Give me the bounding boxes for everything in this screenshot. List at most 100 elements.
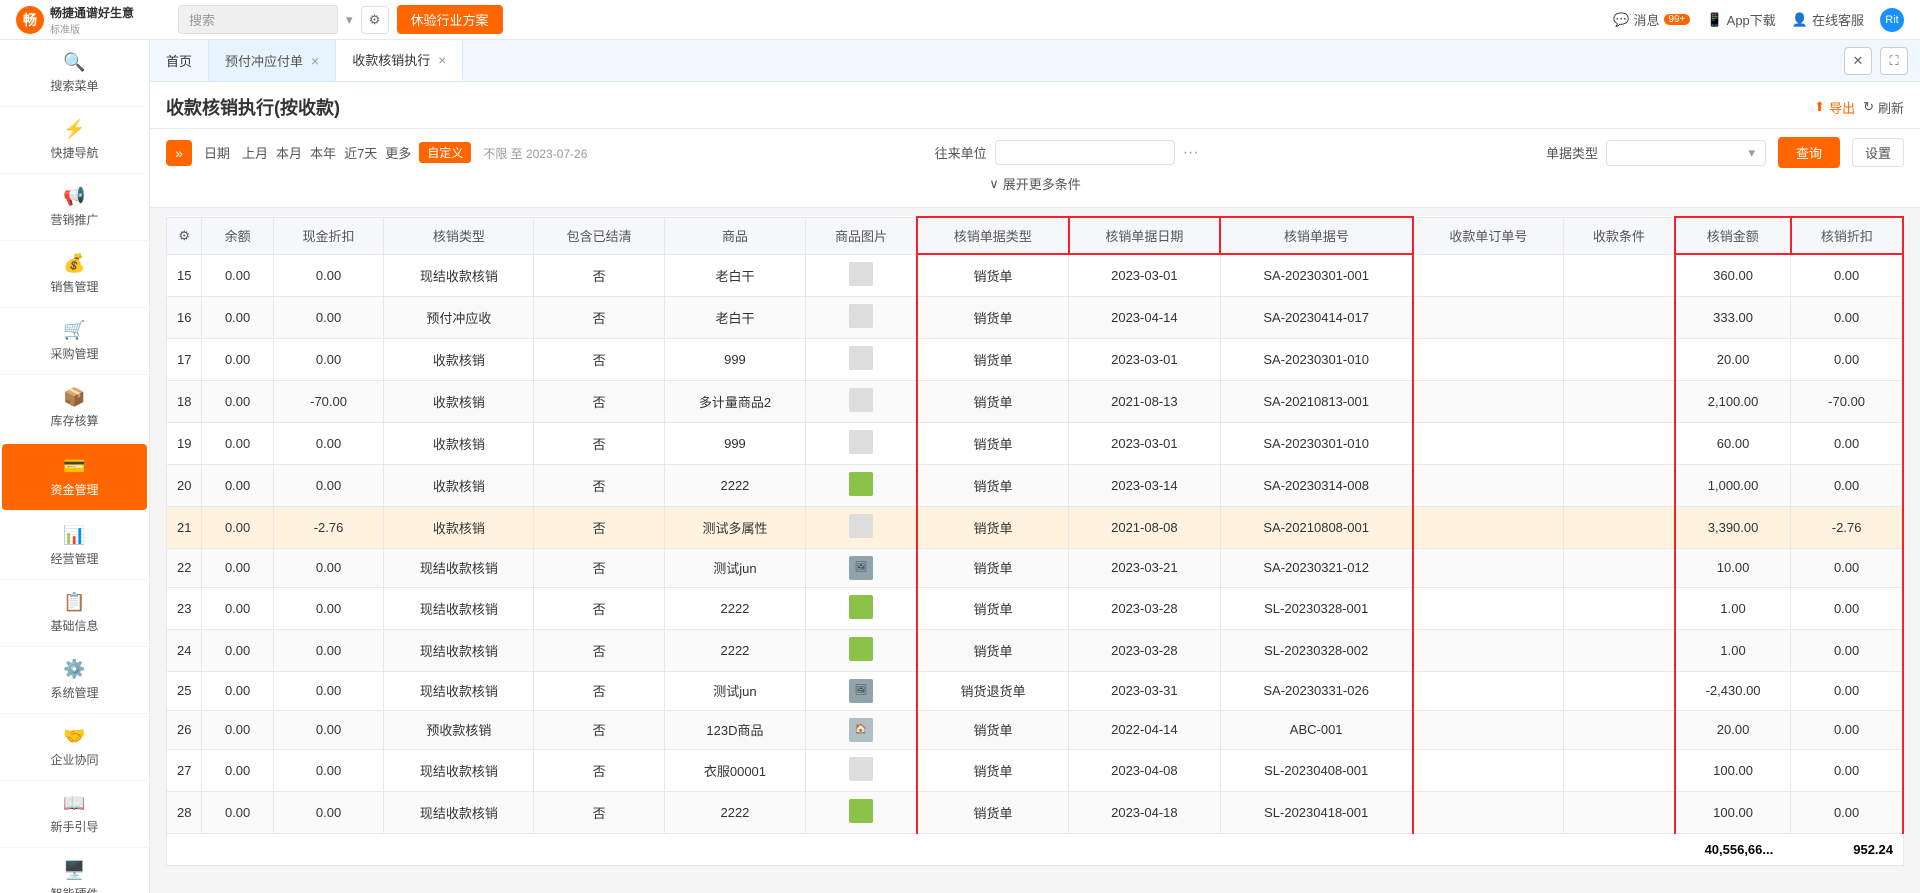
cell-cancel-bill-no[interactable]: SA-20230414-017 — [1220, 296, 1413, 338]
cell-balance: 0.00 — [202, 710, 273, 749]
cell-cash-discount: 0.00 — [273, 710, 384, 749]
date-label: 日期 — [204, 143, 230, 162]
cell-cancel-bill-date: 2023-03-14 — [1069, 464, 1221, 506]
cell-cancel-bill-no[interactable]: SA-20230321-012 — [1220, 548, 1413, 587]
tab-close-prepay[interactable]: × — [311, 53, 319, 69]
online-service-button[interactable]: 👤 在线客服 — [1792, 10, 1864, 29]
top-bar: 畅 畅捷通谱好生意 标准版 搜索 ▾ ⚙ 休验行业方案 💬 消息 99+ 📱 A… — [0, 0, 1920, 40]
cell-cash-discount: 0.00 — [273, 749, 384, 791]
custom-date-button[interactable]: 自定义 — [419, 142, 471, 163]
cell-cancel-bill-date: 2023-04-14 — [1069, 296, 1221, 338]
page-header-actions: ⬆ 导出 ↻ 刷新 — [1814, 98, 1904, 117]
settings-button[interactable]: ⚙ — [361, 6, 389, 34]
cell-cancel-bill-no[interactable]: SA-20230301-010 — [1220, 338, 1413, 380]
shortcut-last-month[interactable]: 上月 — [242, 143, 268, 162]
cell-cancel-bill-no[interactable]: SA-20210808-001 — [1220, 506, 1413, 548]
cell-cancel-amount: 100.00 — [1675, 749, 1791, 791]
purchase-icon: 🛒 — [63, 320, 85, 341]
cell-cancel-bill-no[interactable]: SA-20210813-001 — [1220, 380, 1413, 422]
sidebar-item-system[interactable]: ⚙️ 系统管理 — [0, 647, 149, 714]
cooperation-icon: 🤝 — [63, 726, 85, 747]
sidebar-item-basic[interactable]: 📋 基础信息 — [0, 580, 149, 647]
filter-settings-button[interactable]: 设置 — [1852, 138, 1904, 167]
tab-close-receipt[interactable]: × — [438, 52, 446, 68]
cell-goods: 2222 — [664, 629, 805, 671]
cell-cancel-bill-type: 销货单 — [917, 791, 1069, 833]
tab-receipt-cancel[interactable]: 收款核销执行 × — [336, 40, 463, 81]
industry-button[interactable]: 休验行业方案 — [397, 5, 503, 34]
th-gear[interactable]: ⚙ — [167, 217, 202, 254]
tab-prepay[interactable]: 预付冲应付单 × — [209, 40, 336, 81]
cell-cancel-bill-no[interactable]: SL-20230328-002 — [1220, 629, 1413, 671]
cell-id: 16 — [167, 296, 202, 338]
cell-cancel-bill-no[interactable]: SA-20230301-010 — [1220, 422, 1413, 464]
page-header: 收款核销执行(按收款) ⬆ 导出 ↻ 刷新 — [150, 82, 1920, 129]
export-button[interactable]: ⬆ 导出 — [1814, 98, 1855, 117]
sidebar-item-search[interactable]: 🔍 搜索菜单 — [0, 40, 149, 107]
finance-icon: 💳 — [63, 456, 85, 477]
shortcut-this-year[interactable]: 本年 — [310, 143, 336, 162]
bill-type-select[interactable]: ▾ — [1606, 140, 1766, 166]
cell-receipt-order-no — [1413, 254, 1564, 296]
cell-id: 28 — [167, 791, 202, 833]
user-avatar[interactable]: Rit — [1880, 8, 1904, 32]
cell-cancel-bill-no[interactable]: SL-20230408-001 — [1220, 749, 1413, 791]
cell-cancel-bill-type: 销货单 — [917, 296, 1069, 338]
cell-cancel-bill-no[interactable]: SL-20230328-001 — [1220, 587, 1413, 629]
sidebar-item-sales[interactable]: 💰 销售管理 — [0, 241, 149, 308]
sidebar-item-quick[interactable]: ⚡ 快捷导航 — [0, 107, 149, 174]
search-box: 搜索 — [178, 5, 338, 34]
sidebar-item-finance[interactable]: 💳 资金管理 — [2, 444, 147, 511]
sidebar-item-guide[interactable]: 📖 新手引导 — [0, 781, 149, 848]
sidebar-item-purchase[interactable]: 🛒 采购管理 — [0, 308, 149, 375]
from-unit-input[interactable] — [995, 140, 1175, 165]
table-row: 23 0.00 0.00 现结收款核销 否 2222 销货单 2023-03-2… — [167, 587, 1904, 629]
cell-receipt-condition — [1563, 338, 1674, 380]
shortcut-this-month[interactable]: 本月 — [276, 143, 302, 162]
sidebar-item-marketing[interactable]: 📢 营销推广 — [0, 174, 149, 241]
tab-home[interactable]: 首页 — [150, 40, 209, 81]
cell-cancel-amount: 10.00 — [1675, 548, 1791, 587]
cell-cancel-bill-no[interactable]: SA-20230314-008 — [1220, 464, 1413, 506]
bill-type-label: 单据类型 — [1546, 143, 1598, 162]
cell-cancel-discount: 0.00 — [1791, 710, 1903, 749]
cell-cancel-bill-no[interactable]: SA-20230301-001 — [1220, 254, 1413, 296]
dropdown-icon[interactable]: ▾ — [346, 12, 353, 28]
sidebar-item-hardware[interactable]: 🖥️ 智能硬件 — [0, 848, 149, 893]
cell-cancel-bill-no[interactable]: SA-20230331-026 — [1220, 671, 1413, 710]
sidebar-item-cooperation[interactable]: 🤝 企业协同 — [0, 714, 149, 781]
tab-maximize-button[interactable]: ⛶ — [1880, 47, 1908, 75]
cell-cancel-bill-no[interactable]: ABC-001 — [1220, 710, 1413, 749]
cell-cancel-bill-no[interactable]: SL-20230418-001 — [1220, 791, 1413, 833]
table-row: 26 0.00 0.00 预收款核销 否 123D商品 🏠 销货单 2022-0… — [167, 710, 1904, 749]
shortcut-more[interactable]: 更多 — [385, 143, 411, 162]
cell-cancel-bill-type: 销货单 — [917, 587, 1069, 629]
cell-cancel-discount: 0.00 — [1791, 338, 1903, 380]
cell-goods-img — [806, 749, 917, 791]
table-container: ⚙ 余额 现金折扣 核销类型 包含已结清 商品 商品图片 核销单据类型 核销单据… — [150, 208, 1920, 893]
app-download-button[interactable]: 📱 App下载 — [1706, 10, 1775, 29]
cell-cancel-bill-type: 销货单 — [917, 629, 1069, 671]
cell-receipt-order-no — [1413, 506, 1564, 548]
cell-cancel-type: 收款核销 — [384, 506, 534, 548]
filter-row-1: » 日期 上月 本月 本年 近7天 更多 自定义 不限 至 2023-07-26 — [166, 137, 1904, 168]
shortcut-7days[interactable]: 近7天 — [344, 143, 377, 162]
query-button[interactable]: 查询 — [1778, 137, 1840, 168]
table-row: 28 0.00 0.00 现结收款核销 否 2222 销货单 2023-04-1… — [167, 791, 1904, 833]
expand-more-button[interactable]: ∨ 展开更多条件 — [989, 174, 1081, 193]
message-button[interactable]: 💬 消息 99+ — [1613, 10, 1690, 29]
filter-expand-button[interactable]: » — [166, 140, 192, 166]
cell-cancel-discount: -70.00 — [1791, 380, 1903, 422]
cell-balance: 0.00 — [202, 791, 273, 833]
sidebar-item-inventory[interactable]: 📦 库存核算 — [0, 375, 149, 442]
cell-cash-discount: 0.00 — [273, 296, 384, 338]
tab-close-button[interactable]: ✕ — [1844, 47, 1872, 75]
logo: 畅 畅捷通谱好生意 标准版 — [16, 4, 166, 36]
quick-icon: ⚡ — [63, 119, 85, 140]
date-range-text: 不限 至 2023-07-26 — [483, 147, 587, 161]
refresh-button[interactable]: ↻ 刷新 — [1863, 98, 1904, 117]
sidebar-item-management[interactable]: 📊 经营管理 — [0, 513, 149, 580]
th-balance: 余额 — [202, 217, 273, 254]
cell-cancel-bill-date: 2023-03-21 — [1069, 548, 1221, 587]
filter-dots: ··· — [1183, 144, 1199, 162]
